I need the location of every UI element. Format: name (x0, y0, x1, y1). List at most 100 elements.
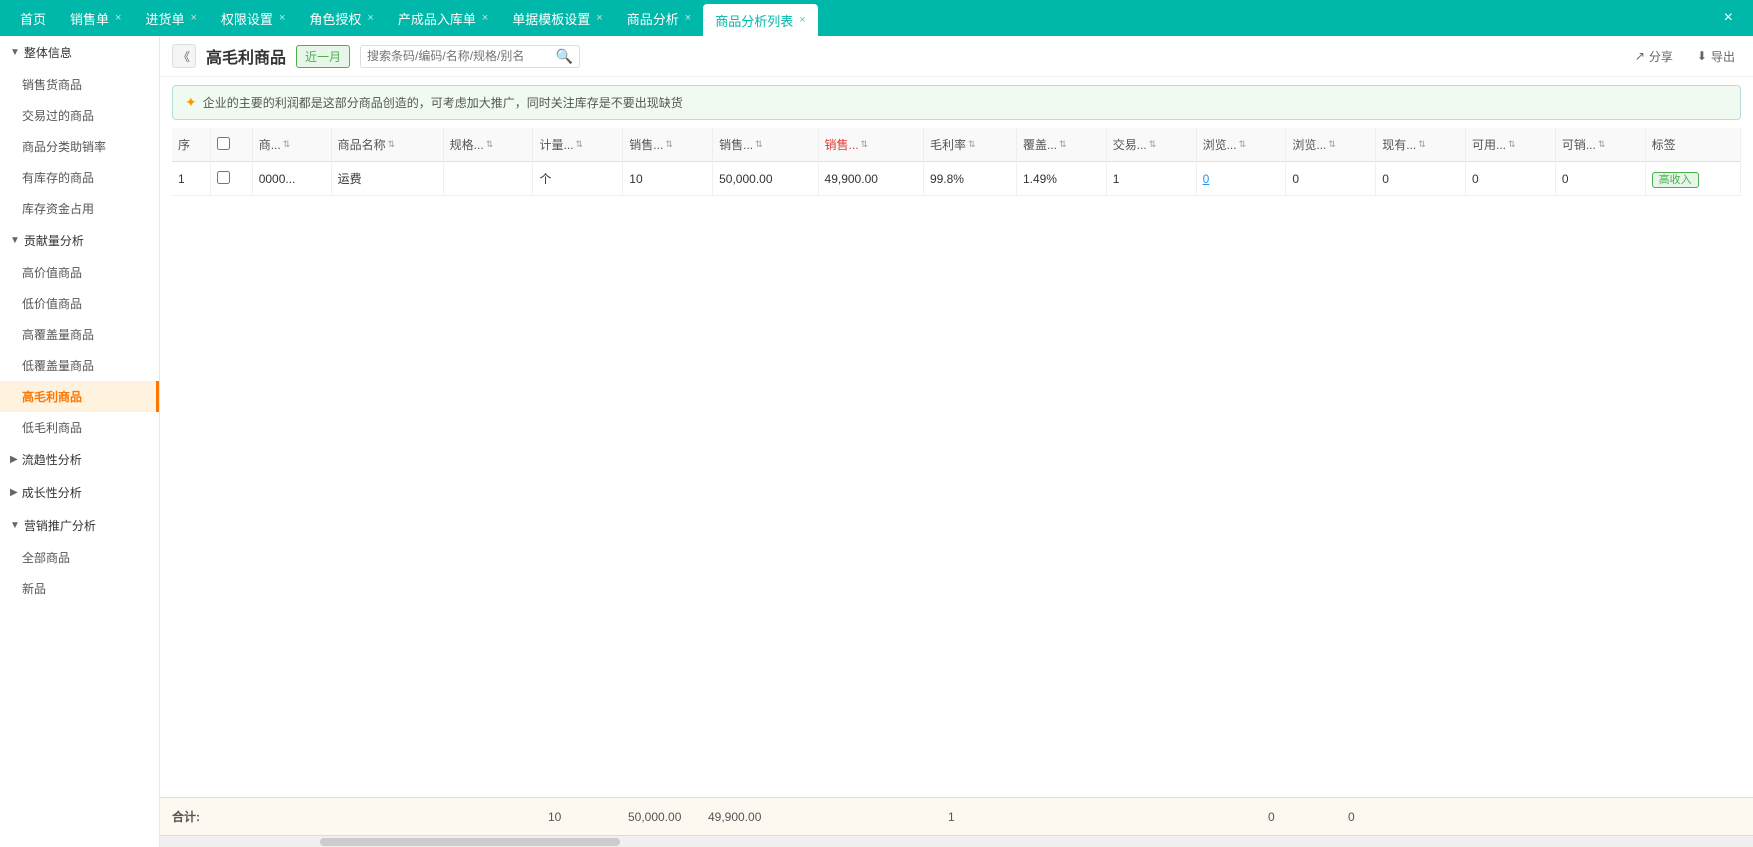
col-stock-available: 可用... ⇅ (1466, 128, 1556, 162)
col-transaction: 交易... ⇅ (1106, 128, 1196, 162)
footer-sales-qty: 10 (540, 810, 620, 824)
export-button[interactable]: ⬇ 导出 (1691, 46, 1741, 67)
arrow-down-icon: ▼ (10, 47, 20, 58)
nav-analysis-list[interactable]: 商品分析列表 × (703, 4, 817, 36)
cell-browse1[interactable]: 0 (1196, 162, 1286, 196)
sidebar-item-high-value[interactable]: 高价值商品 (0, 257, 159, 288)
nav-template[interactable]: 单据模板设置 × (500, 0, 614, 36)
data-table-container[interactable]: 序 商... ⇅ 商品名称 (172, 128, 1741, 797)
cell-code: 0000... (252, 162, 331, 196)
sidebar-collapse-button[interactable]: 《 (172, 44, 196, 68)
row-checkbox[interactable] (217, 171, 230, 184)
col-unit: 计量... ⇅ (533, 128, 623, 162)
content-header: 《 高毛利商品 近一月 🔍 ↗ 分享 ⬇ 导出 (160, 36, 1753, 77)
cell-sales-amount: 50,000.00 (713, 162, 818, 196)
sidebar: ▼ 整体信息 销售货商品 交易过的商品 商品分类助销率 有库存的商品 库存资金占… (0, 36, 160, 847)
sidebar-section-overall[interactable]: ▼ 整体信息 (0, 36, 159, 69)
sidebar-section-marketing[interactable]: ▼ 营销推广分析 (0, 509, 159, 542)
cell-gross-rate: 99.8% (923, 162, 1016, 196)
data-table: 序 商... ⇅ 商品名称 (172, 128, 1741, 196)
time-filter-button[interactable]: 近一月 (296, 45, 350, 68)
sidebar-item-high-margin[interactable]: 高毛利商品 (0, 381, 159, 412)
cell-sales-qty: 10 (623, 162, 713, 196)
nav-production-close[interactable]: × (482, 12, 488, 24)
nav-purchase[interactable]: 进货单 × (133, 0, 208, 36)
sort-icon-2: ⇅ (388, 139, 396, 150)
col-sales-cost: 销售... ⇅ (818, 128, 923, 162)
sidebar-item-low-margin[interactable]: 低毛利商品 (0, 412, 159, 443)
select-all-checkbox[interactable] (217, 137, 230, 150)
footer-transaction: 1 (940, 810, 1020, 824)
sidebar-section-growth[interactable]: ▶ 成长性分析 (0, 476, 159, 509)
sort-icon-4: ⇅ (576, 139, 584, 150)
sidebar-section-contribution[interactable]: ▼ 贡献量分析 (0, 224, 159, 257)
nav-template-close[interactable]: × (596, 12, 602, 24)
sort-icon-15: ⇅ (1598, 139, 1606, 150)
cell-coverage: 1.49% (1016, 162, 1106, 196)
share-button[interactable]: ↗ 分享 (1629, 46, 1679, 67)
sidebar-item-sales-goods[interactable]: 销售货商品 (0, 69, 159, 100)
col-stock-current: 现有... ⇅ (1376, 128, 1466, 162)
window-close-button[interactable]: × (1712, 9, 1745, 27)
col-code: 商... ⇅ (252, 128, 331, 162)
col-browse2: 浏览... ⇅ (1286, 128, 1376, 162)
nav-sales[interactable]: 销售单 × (58, 0, 133, 36)
sort-icon-10: ⇅ (1149, 139, 1157, 150)
search-input[interactable] (367, 49, 556, 63)
col-tag: 标签 (1645, 128, 1740, 162)
sidebar-item-low-coverage[interactable]: 低覆盖量商品 (0, 350, 159, 381)
arrow-right-icon: ▶ (10, 454, 18, 465)
scrollbar-thumb[interactable] (320, 838, 620, 846)
col-spec: 规格... ⇅ (443, 128, 533, 162)
cell-tag: 高收入 (1645, 162, 1740, 196)
nav-purchase-close[interactable]: × (190, 12, 196, 24)
sort-icon-11: ⇅ (1239, 139, 1247, 150)
footer-summary: 合计: 10 50,000.00 49,900.00 1 0 0 (160, 797, 1753, 835)
info-icon: ✦ (185, 94, 197, 111)
sort-icon-3: ⇅ (486, 139, 494, 150)
nav-sales-close[interactable]: × (115, 12, 121, 24)
col-browse1: 浏览... ⇅ (1196, 128, 1286, 162)
sort-icon: ⇅ (283, 139, 291, 150)
page-title: 高毛利商品 (206, 44, 286, 68)
nav-analysis-list-close[interactable]: × (799, 14, 805, 26)
arrow-down-icon-2: ▼ (10, 235, 20, 246)
sidebar-item-high-coverage[interactable]: 高覆盖量商品 (0, 319, 159, 350)
sidebar-item-new-goods[interactable]: 新品 (0, 573, 159, 604)
sidebar-item-all-goods[interactable]: 全部商品 (0, 542, 159, 573)
cell-browse2: 0 (1286, 162, 1376, 196)
nav-permission[interactable]: 权限设置 × (209, 0, 297, 36)
sort-icon-9: ⇅ (1059, 139, 1067, 150)
table-header-row: 序 商... ⇅ 商品名称 (172, 128, 1741, 162)
footer-stock-available: 0 (1260, 810, 1340, 824)
nav-production[interactable]: 产成品入库单 × (386, 0, 500, 36)
search-icon[interactable]: 🔍 (556, 48, 573, 65)
sort-icon-8: ⇅ (968, 139, 976, 150)
cell-transaction: 1 (1106, 162, 1196, 196)
col-seq: 序 (172, 128, 211, 162)
cell-name: 运费 (331, 162, 443, 196)
sort-icon-13: ⇅ (1418, 139, 1426, 150)
info-banner: ✦ 企业的主要的利润都是这部分商品创造的，可考虑加大推广，同时关注库存是不要出现… (172, 85, 1741, 120)
top-navigation: 首页 销售单 × 进货单 × 权限设置 × 角色授权 × 产成品入库单 × 单据… (0, 0, 1753, 36)
nav-analysis-close[interactable]: × (685, 12, 691, 24)
sidebar-section-flow[interactable]: ▶ 流趋性分析 (0, 443, 159, 476)
nav-role-close[interactable]: × (367, 12, 373, 24)
sidebar-item-category-rate[interactable]: 商品分类助销率 (0, 131, 159, 162)
cell-stock-saleable: 0 (1555, 162, 1645, 196)
nav-analysis[interactable]: 商品分析 × (615, 0, 703, 36)
sidebar-item-stocked-goods[interactable]: 有库存的商品 (0, 162, 159, 193)
nav-role[interactable]: 角色授权 × (297, 0, 385, 36)
footer-sales-cost: 49,900.00 (700, 810, 780, 824)
content-area: 《 高毛利商品 近一月 🔍 ↗ 分享 ⬇ 导出 ✦ 企业的主要的利润都是这部 (160, 36, 1753, 847)
cell-checkbox[interactable] (211, 162, 252, 196)
col-sales-amount: 销售... ⇅ (713, 128, 818, 162)
sidebar-item-traded-goods[interactable]: 交易过的商品 (0, 100, 159, 131)
cell-spec (443, 162, 533, 196)
horizontal-scrollbar[interactable] (160, 835, 1753, 847)
nav-home[interactable]: 首页 (8, 0, 58, 36)
sidebar-item-stock-capital[interactable]: 库存资金占用 (0, 193, 159, 224)
nav-permission-close[interactable]: × (279, 12, 285, 24)
footer-sales-amount: 50,000.00 (620, 810, 700, 824)
sidebar-item-low-value[interactable]: 低价值商品 (0, 288, 159, 319)
